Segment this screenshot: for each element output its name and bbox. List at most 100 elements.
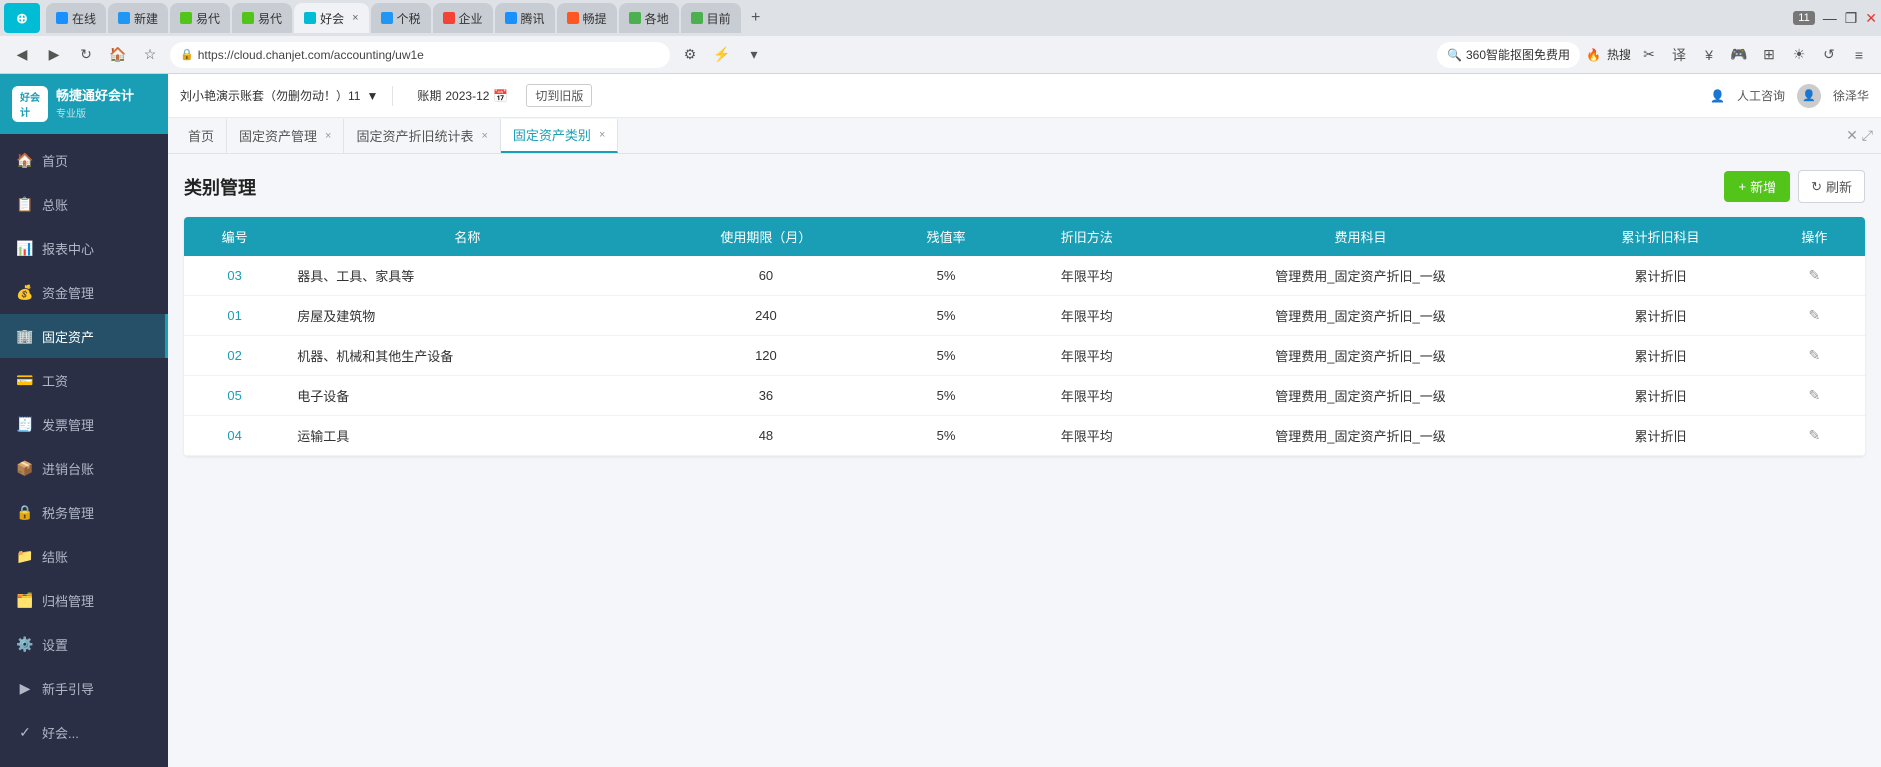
sidebar-item-closing[interactable]: 📁 结账 [0,534,168,578]
edit-icon[interactable]: ✎ [1808,427,1820,443]
row-residual: 5% [882,336,1010,376]
switch-btn[interactable]: 切到旧版 [526,84,592,107]
row-action[interactable]: ✎ [1764,336,1865,376]
bookmark-button[interactable]: ☆ [138,43,162,67]
add-button[interactable]: + 新增 [1724,171,1790,202]
edit-icon[interactable]: ✎ [1808,267,1820,283]
sidebar-item-label: 首页 [42,151,68,170]
cut-icon[interactable]: ✂ [1637,43,1661,67]
sidebar-item-settings[interactable]: ⚙️ 设置 [0,622,168,666]
grid-icon[interactable]: ⊞ [1757,43,1781,67]
sidebar-item-general-ledger[interactable]: 📋 总账 [0,182,168,226]
smart-search-box[interactable]: 🔍 360智能抠图免费用 [1437,42,1580,68]
company-info: 刘小艳演示账套（勿删勿动！）11 ▼ [180,87,378,104]
browser-tab[interactable]: 畅提 [557,3,617,33]
url-bar[interactable]: 🔒 https://cloud.chanjet.com/accounting/u… [170,42,670,68]
refresh-button[interactable]: ↻ 刷新 [1798,170,1865,203]
browser-tab[interactable]: 个税 [371,3,431,33]
sidebar-item-reports[interactable]: 📊 报表中心 [0,226,168,270]
edit-icon[interactable]: ✎ [1808,307,1820,323]
row-name: 运输工具 [285,416,649,456]
app-layout: 好会计 畅捷通好会计 专业版 🏠 首页 📋 总账 📊 报表中心 [0,74,1881,767]
sidebar-item-guide[interactable]: ▶ 新手引导 [0,666,168,710]
dropdown-button[interactable]: ▾ [742,43,766,67]
browser-tab[interactable]: 各地 [619,3,679,33]
period-value: 2023-12 [445,89,489,103]
table-header: 编号 名称 使用期限（月） 残值率 折旧方法 费用科目 累计折旧科目 操作 [184,217,1865,256]
menu-icon[interactable]: ≡ [1847,43,1871,67]
sidebar-item-tax[interactable]: 🔒 税务管理 [0,490,168,534]
page-tab-assets-category[interactable]: 固定资产类别 × [501,119,618,153]
guide-icon: ▶ [16,679,34,697]
browser-tab[interactable]: 腾讯 [495,3,555,33]
tab-close-icon[interactable]: × [481,130,487,142]
address-bar-right: 🔍 360智能抠图免费用 🔥 热搜 ✂ 译 ¥ 🎮 ⊞ ☀ ↺ ≡ [1437,42,1871,68]
period-info: 账期 2023-12 📅 [417,87,508,104]
row-action[interactable]: ✎ [1764,256,1865,296]
row-action[interactable]: ✎ [1764,376,1865,416]
sidebar-item-home[interactable]: 🏠 首页 [0,138,168,182]
new-tab-button[interactable]: + [743,5,769,31]
help-label[interactable]: 人工咨询 [1737,87,1785,104]
browser-tab[interactable]: 易代 [232,3,292,33]
translate-icon[interactable]: 译 [1667,43,1691,67]
sidebar-item-label: 税务管理 [42,503,94,522]
row-residual: 5% [882,416,1010,456]
tab-close-icon[interactable]: × [325,130,331,142]
sidebar-item-funds[interactable]: 💰 资金管理 [0,270,168,314]
browser-tab[interactable]: 企业 [433,3,493,33]
dropdown-arrow-icon[interactable]: ▼ [366,89,378,103]
browser-tab[interactable]: 目前 [681,3,741,33]
sidebar-item-inventory[interactable]: 📦 进销台账 [0,446,168,490]
calendar-icon[interactable]: 📅 [493,89,508,103]
undo-icon[interactable]: ↺ [1817,43,1841,67]
browser-tab[interactable]: 在线 [46,3,106,33]
page-tab-assets-management[interactable]: 固定资产管理 × [227,119,344,153]
logo-icon: 好会计 [12,86,48,122]
brightness-icon[interactable]: ☀ [1787,43,1811,67]
row-id: 04 [184,416,285,456]
row-period: 120 [650,336,883,376]
edit-icon[interactable]: ✎ [1808,347,1820,363]
page-tab-home[interactable]: 首页 [176,119,227,153]
site-settings-button[interactable]: ⚙ [678,43,702,67]
edit-icon[interactable]: ✎ [1808,387,1820,403]
content-expand-icon[interactable]: ⤢ [1862,127,1873,144]
row-id: 05 [184,376,285,416]
refresh-button[interactable]: ↻ [74,43,98,67]
sidebar-item-label: 报表中心 [42,239,94,258]
browser-tab[interactable]: 新建 [108,3,168,33]
game-icon[interactable]: 🎮 [1727,43,1751,67]
header-actions: + 新增 ↻ 刷新 [1724,170,1865,203]
sidebar-item-payroll[interactable]: 💳 工资 [0,358,168,402]
user-label[interactable]: 徐泽华 [1833,87,1869,104]
window-restore-icon[interactable]: ❐ [1845,10,1858,27]
content-close-icon[interactable]: ✕ [1846,127,1858,144]
forward-button[interactable]: ▶ [42,43,66,67]
back-button[interactable]: ◀ [10,43,34,67]
sidebar-item-fixed-assets[interactable]: 🏢 固定资产 [0,314,168,358]
row-period: 240 [650,296,883,336]
sidebar-item-archive[interactable]: 🗂️ 归档管理 [0,578,168,622]
row-action[interactable]: ✎ [1764,416,1865,456]
tab-close-icon[interactable]: × [599,129,605,141]
row-name: 房屋及建筑物 [285,296,649,336]
sidebar-item-haokuai[interactable]: ✓ 好会... [0,710,168,754]
sidebar-item-label: 资金管理 [42,283,94,302]
table-row: 03 器具、工具、家具等 60 5% 年限平均 管理费用_固定资产折旧_一级 累… [184,256,1865,296]
section-header: 类别管理 + 新增 ↻ 刷新 [184,170,1865,203]
window-minimize-icon[interactable]: — [1823,10,1837,26]
tab-close-icon[interactable]: × [352,12,358,24]
browser-tab[interactable]: 易代 [170,3,230,33]
home-button[interactable]: 🏠 [106,43,130,67]
extension-button[interactable]: ⚡ [710,43,734,67]
sidebar-item-invoice[interactable]: 🧾 发票管理 [0,402,168,446]
window-close-icon[interactable]: ✕ [1865,10,1877,27]
page-tab-depreciation-table[interactable]: 固定资产折旧统计表 × [344,119,500,153]
hot-search-icon[interactable]: 🔥 [1586,48,1601,62]
row-residual: 5% [882,256,1010,296]
browser-tab-active[interactable]: 好会 × [294,3,368,33]
row-action[interactable]: ✎ [1764,296,1865,336]
currency-icon[interactable]: ¥ [1697,43,1721,67]
tab-count-badge: 11 [1793,11,1814,25]
